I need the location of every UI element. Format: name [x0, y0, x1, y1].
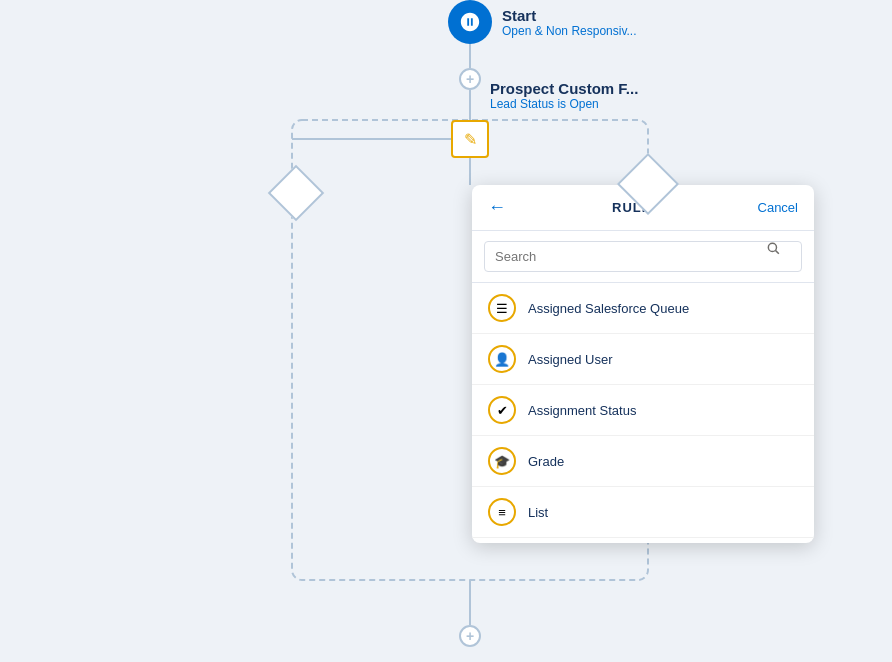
back-button[interactable]: ←	[488, 197, 506, 218]
cancel-button[interactable]: Cancel	[758, 200, 798, 215]
prospect-node: Prospect Custom F... Lead Status is Open	[490, 80, 638, 111]
prospect-title: Prospect Custom F...	[490, 80, 638, 97]
rule-panel: ← RULE Cancel ☰Assigned Salesforce Queue…	[472, 185, 814, 543]
prospect-subtitle: Lead Status is Open	[490, 97, 638, 111]
start-node: Start Open & Non Responsiv...	[448, 0, 637, 44]
add-step-button[interactable]: +	[459, 68, 481, 90]
start-title: Start	[502, 7, 637, 24]
rule-item-label: Assigned Salesforce Queue	[528, 301, 689, 316]
rule-item-label: Assigned User	[528, 352, 613, 367]
rule-item-icon: ☰	[488, 294, 516, 322]
canvas: Start Open & Non Responsiv... + Prospect…	[0, 0, 892, 662]
rule-item-label: List	[528, 505, 548, 520]
start-subtitle: Open & Non Responsiv...	[502, 24, 637, 38]
rule-list: ☰ Assigned Salesforce Queue 👤 Assigned User…	[472, 283, 814, 543]
edit-node[interactable]: ✎	[451, 120, 489, 158]
svg-point-7	[768, 243, 776, 251]
start-label: Start Open & Non Responsiv...	[502, 7, 637, 38]
rule-item[interactable]: 👤 Assigned User	[472, 334, 814, 385]
rule-item-icon: ≡	[488, 498, 516, 526]
rule-item-label: Assignment Status	[528, 403, 636, 418]
rule-item-icon: ✔	[488, 396, 516, 424]
rule-item[interactable]: 📢Pardot Campaign	[472, 538, 814, 543]
rule-item-label: Grade	[528, 454, 564, 469]
decision-node[interactable]	[268, 165, 325, 222]
prospect-label: Prospect Custom F... Lead Status is Open	[490, 80, 638, 111]
start-icon	[448, 0, 492, 44]
rule-item[interactable]: 🎓 Grade	[472, 436, 814, 487]
rule-item-icon: 👤	[488, 345, 516, 373]
rule-item[interactable]: ≡ List	[472, 487, 814, 538]
svg-line-8	[776, 251, 779, 254]
search-icon-button[interactable]	[766, 241, 780, 258]
search-wrapper	[484, 241, 802, 272]
rule-item[interactable]: ✔ Assignment Status	[472, 385, 814, 436]
search-input[interactable]	[484, 241, 802, 272]
rule-item[interactable]: ☰ Assigned Salesforce Queue	[472, 283, 814, 334]
add-bottom-button[interactable]: +	[459, 625, 481, 647]
edit-icon: ✎	[464, 130, 477, 149]
search-container	[472, 231, 814, 283]
rule-item-icon: 🎓	[488, 447, 516, 475]
